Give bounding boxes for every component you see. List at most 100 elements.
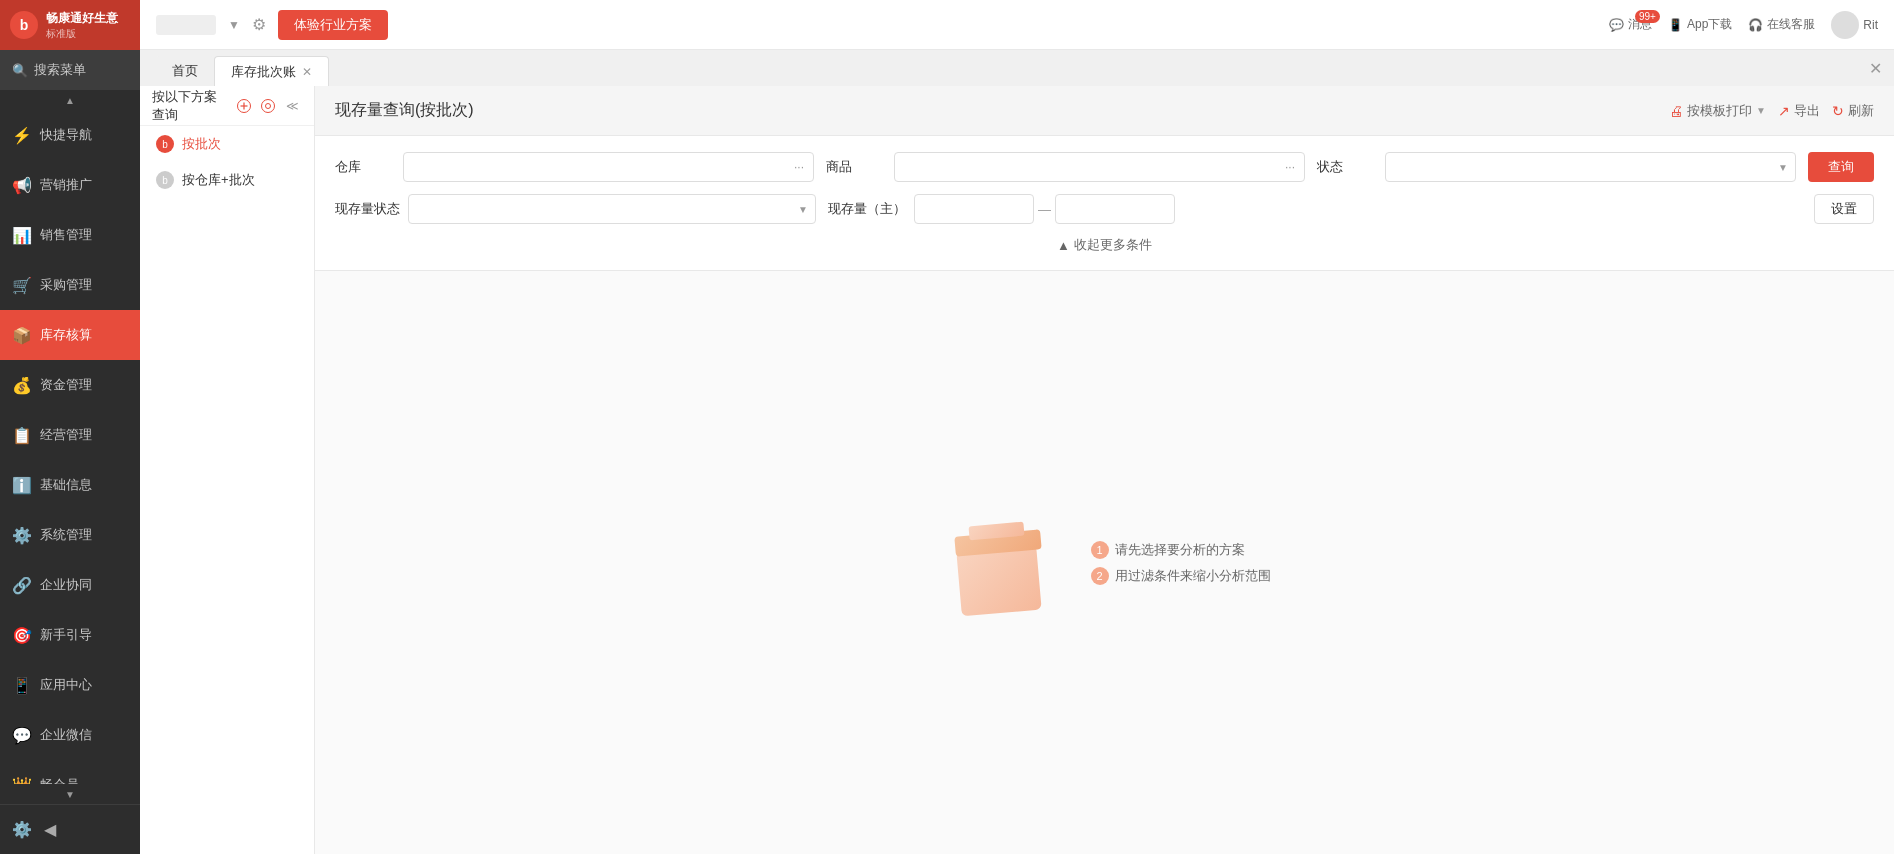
print-icon: 🖨: [1669, 103, 1683, 119]
left-panel-item-by-warehouse-batch[interactable]: b 按仓库+批次: [140, 162, 314, 198]
sidebar-item-enterprise[interactable]: 🔗 企业协同: [0, 560, 140, 610]
inventory-status-select-wrapper: ▼: [408, 194, 816, 224]
status-select[interactable]: 启用 禁用: [1385, 152, 1796, 182]
export-button[interactable]: ↗ 导出: [1778, 102, 1820, 120]
sidebar-item-quick-nav[interactable]: ⚡ 快捷导航: [0, 110, 140, 160]
sidebar-item-newbie[interactable]: 🎯 新手引导: [0, 610, 140, 660]
settings-button[interactable]: 设置: [1814, 194, 1874, 224]
sidebar-item-label: 采购管理: [40, 276, 92, 294]
sidebar-item-label: 营销推广: [40, 176, 92, 194]
inventory-icon: 📦: [12, 325, 32, 345]
filter-area: 仓库 ··· 商品 ··· 状态: [315, 136, 1894, 271]
filter-row-1: 仓库 ··· 商品 ··· 状态: [335, 152, 1874, 182]
goods-input[interactable]: [894, 152, 1305, 182]
left-panel: 按以下方案查询: [140, 86, 315, 854]
settings-footer-icon[interactable]: ⚙️: [12, 820, 32, 839]
filter-row-2: 现存量状态 ▼ 现存量（主） —: [335, 194, 1874, 224]
warehouse-more-button[interactable]: ···: [784, 152, 814, 182]
sidebar-item-label: 应用中心: [40, 676, 92, 694]
page-title: 现存量查询(按批次): [335, 100, 1669, 121]
app-center-icon: 📱: [12, 675, 32, 695]
topbar: ▼ ⚙ 体验行业方案 💬 消息 99+ 📱 App下载 🎧 在线客服 Rit: [140, 0, 1894, 50]
sidebar-item-app-center[interactable]: 📱 应用中心: [0, 660, 140, 710]
sidebar-search[interactable]: 🔍 搜索菜单: [0, 50, 140, 90]
sidebar-item-label: 库存核算: [40, 326, 92, 344]
by-batch-icon: b: [156, 135, 174, 153]
by-batch-label: 按批次: [182, 135, 221, 153]
sidebar-item-label: 企业微信: [40, 726, 92, 744]
user-avatar-area[interactable]: Rit: [1831, 11, 1878, 39]
sidebar-header: b 畅康通好生意 标准版: [0, 0, 140, 50]
empty-text: 1 请先选择要分析的方案 2 用过滤条件来缩小分析范围: [1091, 541, 1271, 585]
sidebar-item-finance[interactable]: 💰 资金管理: [0, 360, 140, 410]
sidebar-item-label: 基础信息: [40, 476, 92, 494]
page-header: 现存量查询(按批次) 🖨 按模板打印 ▼ ↗ 导出 ↻ 刷新: [315, 86, 1894, 136]
sidebar-scroll-down[interactable]: ▼: [0, 784, 140, 804]
collapse-left-panel-icon[interactable]: ≪: [282, 96, 302, 116]
settings-plan-button[interactable]: [258, 96, 278, 116]
tab-bar-close-icon[interactable]: ✕: [1869, 59, 1882, 78]
content-area: 按以下方案查询: [140, 86, 1894, 854]
sidebar-subtitle: 标准版: [46, 27, 118, 41]
left-panel-header: 按以下方案查询: [140, 86, 314, 126]
online-service-button[interactable]: 🎧 在线客服: [1748, 16, 1815, 33]
topbar-dropdown-icon[interactable]: ▼: [228, 18, 240, 32]
enterprise-icon: 🔗: [12, 575, 32, 595]
user-avatar: [1831, 11, 1859, 39]
newbie-icon: 🎯: [12, 625, 32, 645]
collapse-sidebar-icon[interactable]: ◀: [44, 820, 56, 839]
inventory-status-select[interactable]: [408, 194, 816, 224]
tab-inventory-batch[interactable]: 库存批次账 ✕: [214, 56, 329, 86]
sidebar: b 畅康通好生意 标准版 🔍 搜索菜单 ▲ ⚡ 快捷导航 📢 营销推广 📊 销售…: [0, 0, 140, 854]
tab-close-icon[interactable]: ✕: [302, 65, 312, 79]
collapse-filters-button[interactable]: ▲ 收起更多条件: [335, 236, 1874, 254]
topbar-right: 💬 消息 99+ 📱 App下载 🎧 在线客服 Rit: [1609, 11, 1878, 39]
sidebar-item-members[interactable]: 👑 畅会员: [0, 760, 140, 784]
query-button[interactable]: 查询: [1808, 152, 1874, 182]
topbar-gear-icon[interactable]: ⚙: [252, 15, 266, 34]
empty-step-1: 1 请先选择要分析的方案: [1091, 541, 1271, 559]
sales-icon: 📊: [12, 225, 32, 245]
basic-info-icon: ℹ️: [12, 475, 32, 495]
sidebar-item-operations[interactable]: 📋 经营管理: [0, 410, 140, 460]
warehouse-input-wrapper: ···: [403, 152, 814, 182]
refresh-button[interactable]: ↻ 刷新: [1832, 102, 1874, 120]
tabbar: 首页 库存批次账 ✕ ✕: [140, 50, 1894, 86]
messages-button[interactable]: 💬 消息 99+: [1609, 16, 1652, 33]
app-download-label: App下载: [1687, 16, 1732, 33]
sidebar-item-label: 销售管理: [40, 226, 92, 244]
sidebar-item-label: 畅会员: [40, 776, 79, 784]
collapse-label: 收起更多条件: [1074, 236, 1152, 254]
add-plan-button[interactable]: [234, 96, 254, 116]
refresh-icon: ↻: [1832, 103, 1844, 119]
chevron-up-icon: ▲: [1057, 238, 1070, 253]
sidebar-item-label: 企业协同: [40, 576, 92, 594]
sidebar-item-enterprise-wechat[interactable]: 💬 企业微信: [0, 710, 140, 760]
sidebar-item-inventory[interactable]: 📦 库存核算: [0, 310, 140, 360]
left-panel-item-by-batch[interactable]: b 按批次: [140, 126, 314, 162]
sidebar-item-purchase[interactable]: 🛒 采购管理: [0, 260, 140, 310]
experience-industry-button[interactable]: 体验行业方案: [278, 10, 388, 40]
inventory-qty-max-input[interactable]: [1055, 194, 1175, 224]
app-download-button[interactable]: 📱 App下载: [1668, 16, 1732, 33]
status-label: 状态: [1317, 158, 1377, 176]
by-warehouse-batch-icon: b: [156, 171, 174, 189]
sidebar-item-label: 快捷导航: [40, 126, 92, 144]
sidebar-scroll-up[interactable]: ▲: [0, 90, 140, 110]
tab-home[interactable]: 首页: [156, 56, 214, 86]
sidebar-item-sales[interactable]: 📊 销售管理: [0, 210, 140, 260]
quick-nav-icon: ⚡: [12, 125, 32, 145]
inventory-qty-min-input[interactable]: [914, 194, 1034, 224]
search-icon: 🔍: [12, 63, 28, 78]
warehouse-input[interactable]: [403, 152, 814, 182]
sidebar-item-marketing[interactable]: 📢 营销推广: [0, 160, 140, 210]
print-button[interactable]: 🖨 按模板打印 ▼: [1669, 102, 1766, 120]
inventory-qty-label: 现存量（主）: [828, 200, 906, 218]
svg-point-4: [266, 103, 271, 108]
topbar-nav-input[interactable]: [156, 15, 216, 35]
marketing-icon: 📢: [12, 175, 32, 195]
sidebar-item-basic-info[interactable]: ℹ️ 基础信息: [0, 460, 140, 510]
goods-more-button[interactable]: ···: [1275, 152, 1305, 182]
sidebar-item-system[interactable]: ⚙️ 系统管理: [0, 510, 140, 560]
export-icon: ↗: [1778, 103, 1790, 119]
